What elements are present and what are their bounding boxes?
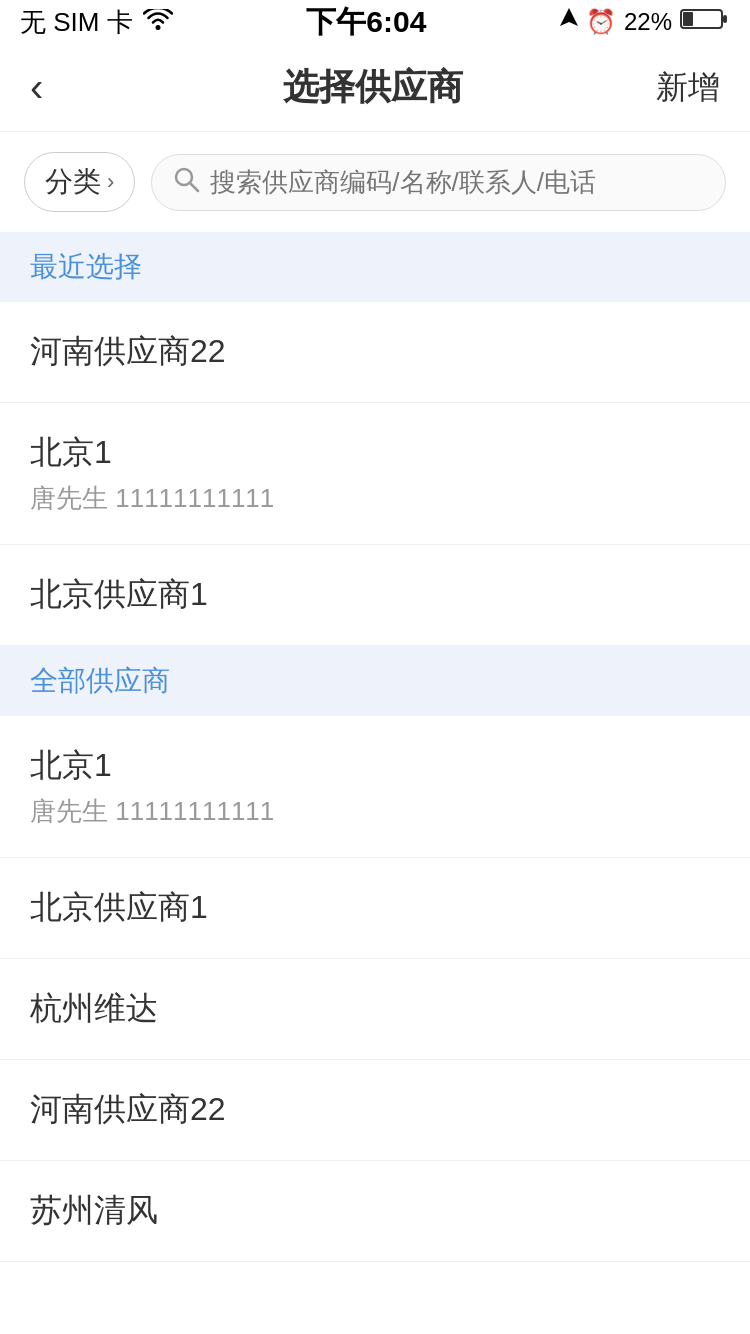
item-name: 北京1 <box>30 744 720 788</box>
sim-label: 无 SIM 卡 <box>20 5 133 40</box>
list-item[interactable]: 北京1 唐先生 11111111111 <box>0 403 750 545</box>
item-name: 北京供应商1 <box>30 886 720 930</box>
list-item[interactable]: 苏州清风 <box>0 1161 750 1262</box>
item-detail: 唐先生 11111111111 <box>30 481 720 516</box>
status-left: 无 SIM 卡 <box>20 5 173 40</box>
svg-point-4 <box>176 169 192 185</box>
search-icon <box>172 165 200 200</box>
all-section-header: 全部供应商 <box>0 646 750 716</box>
nav-bar: ‹ 选择供应商 新增 <box>0 44 750 132</box>
item-name: 北京供应商1 <box>30 573 720 617</box>
battery-icon <box>680 7 730 37</box>
svg-rect-3 <box>723 15 727 23</box>
alarm-icon: ⏰ <box>586 8 616 36</box>
wifi-icon <box>143 7 173 38</box>
page-title: 选择供应商 <box>283 63 463 112</box>
list-item[interactable]: 杭州维达 <box>0 959 750 1060</box>
location-icon <box>560 8 578 36</box>
recent-section-header: 最近选择 <box>0 232 750 302</box>
list-item[interactable]: 北京供应商1 <box>0 858 750 959</box>
status-time: 下午6:04 <box>306 2 426 43</box>
recent-section-label: 最近选择 <box>30 251 142 282</box>
item-name: 杭州维达 <box>30 987 720 1031</box>
search-bar[interactable] <box>151 154 726 211</box>
back-button[interactable]: ‹ <box>30 65 90 110</box>
recent-items-list: 河南供应商22 北京1 唐先生 11111111111 北京供应商1 <box>0 302 750 646</box>
filter-bar: 分类 › <box>0 132 750 232</box>
list-item[interactable]: 北京1 唐先生 11111111111 <box>0 716 750 858</box>
item-name: 河南供应商22 <box>30 1088 720 1132</box>
category-filter[interactable]: 分类 › <box>24 152 135 212</box>
item-name: 北京1 <box>30 431 720 475</box>
status-right: ⏰ 22% <box>560 7 730 37</box>
search-input[interactable] <box>210 167 705 198</box>
svg-line-5 <box>191 183 199 191</box>
chevron-icon: › <box>107 169 114 195</box>
svg-rect-2 <box>683 12 693 26</box>
item-detail: 唐先生 11111111111 <box>30 794 720 829</box>
item-name: 苏州清风 <box>30 1189 720 1233</box>
list-item[interactable]: 北京供应商1 <box>0 545 750 646</box>
list-item[interactable]: 河南供应商22 <box>0 302 750 403</box>
all-section-label: 全部供应商 <box>30 665 170 696</box>
list-item[interactable]: 河南供应商22 <box>0 1060 750 1161</box>
battery-label: 22% <box>624 8 672 36</box>
category-label: 分类 <box>45 163 101 201</box>
status-bar: 无 SIM 卡 下午6:04 ⏰ 22% <box>0 0 750 44</box>
svg-point-0 <box>155 25 160 30</box>
item-name: 河南供应商22 <box>30 330 720 374</box>
all-items-list: 北京1 唐先生 11111111111 北京供应商1 杭州维达 河南供应商22 … <box>0 716 750 1262</box>
add-button[interactable]: 新增 <box>656 66 720 110</box>
